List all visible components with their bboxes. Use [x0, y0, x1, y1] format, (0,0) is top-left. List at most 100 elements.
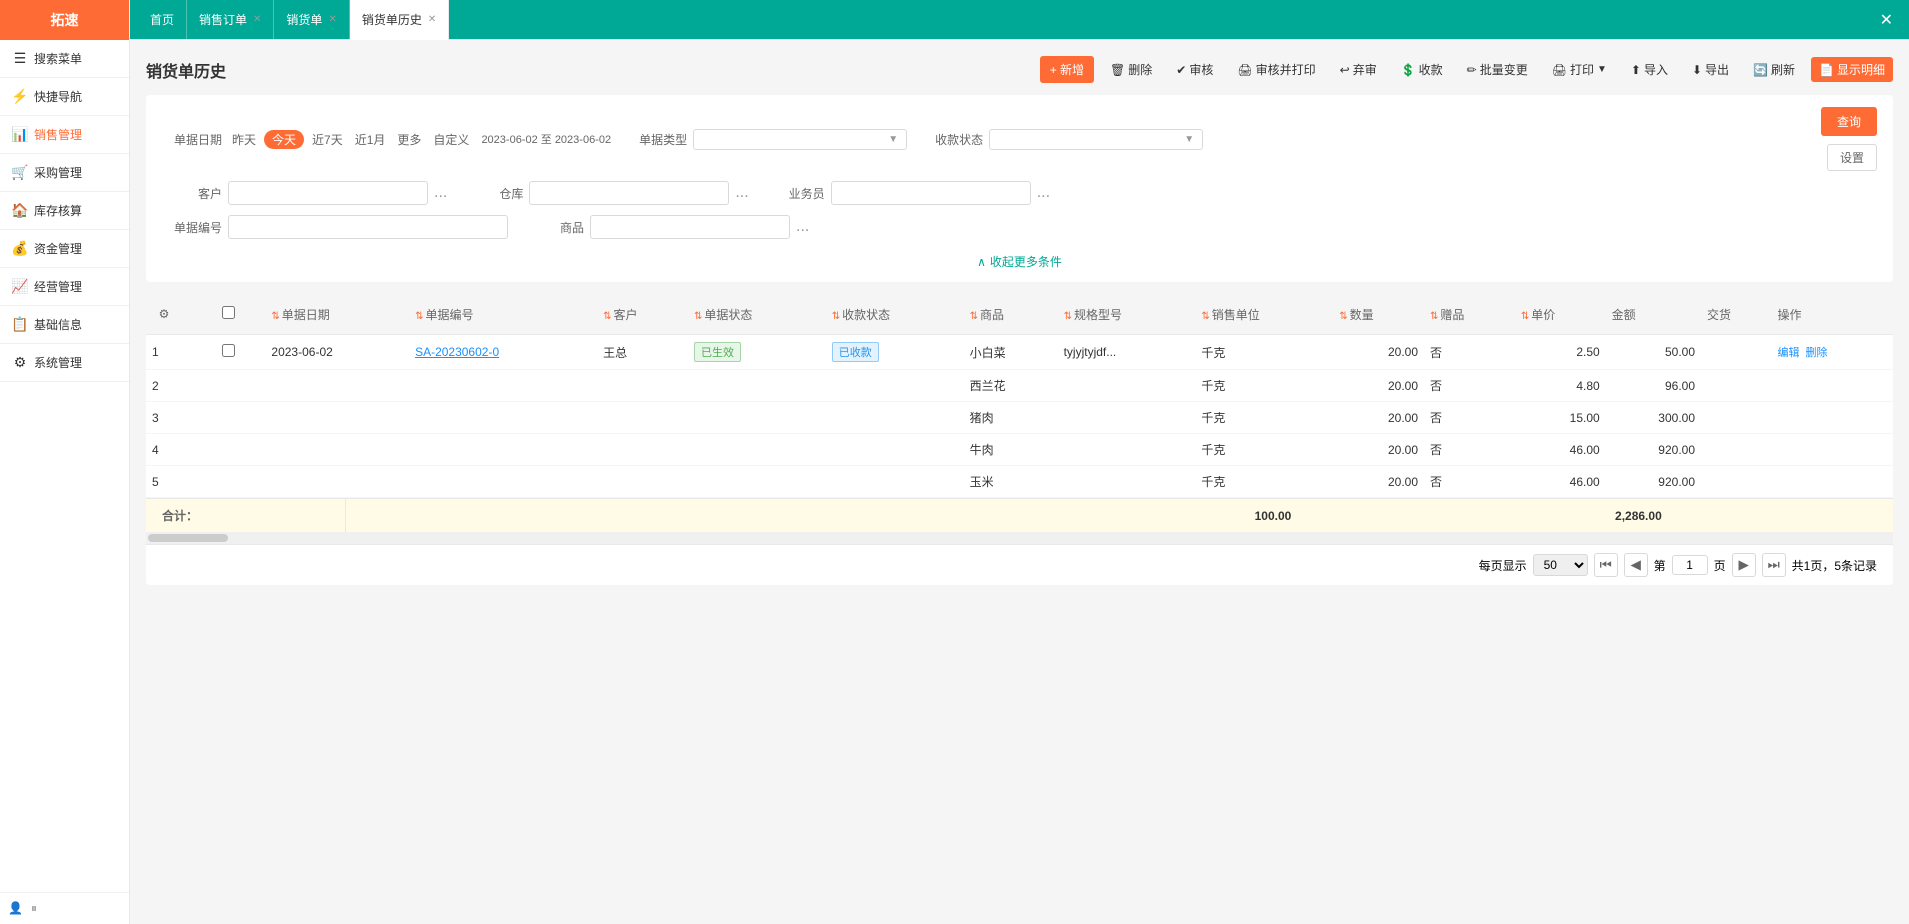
cell-checkbox	[216, 402, 265, 434]
cell-goods: 玉米	[964, 466, 1058, 498]
cell-spec	[1058, 370, 1196, 402]
col-unit-price[interactable]: ⇅单价	[1515, 294, 1606, 335]
setting-button[interactable]: 设置	[1827, 144, 1877, 171]
goods-label: 商品	[524, 219, 584, 236]
goods-input[interactable]	[590, 215, 790, 239]
row-checkbox[interactable]	[222, 344, 235, 357]
col-sales-unit[interactable]: ⇅销售单位	[1195, 294, 1333, 335]
select-all-checkbox[interactable]	[222, 306, 235, 319]
cell-customer: 王总	[597, 335, 688, 370]
col-spec[interactable]: ⇅规格型号	[1058, 294, 1196, 335]
sidebar-item-quick-nav[interactable]: ⚡ 快捷导航	[0, 78, 129, 116]
warehouse-input[interactable]	[529, 181, 729, 205]
abandon-button[interactable]: ↩ 弃审	[1332, 57, 1385, 82]
sort-icon: ⇅	[1339, 311, 1347, 322]
cell-actions	[1772, 370, 1894, 402]
per-page-select[interactable]: 50 100 200	[1533, 554, 1588, 576]
review-button[interactable]: ✔ 审核	[1168, 57, 1221, 82]
sidebar-item-label: 系统管理	[34, 354, 82, 371]
customer-input[interactable]	[228, 181, 428, 205]
first-page-btn[interactable]: ⏮	[1594, 553, 1618, 577]
collapse-button[interactable]: ∧ 收起更多条件	[977, 253, 1062, 270]
col-gift[interactable]: ⇅赠品	[1424, 294, 1515, 335]
filter-goods-item: 商品 ...	[524, 215, 809, 239]
page-number-input[interactable]	[1672, 555, 1708, 575]
sidebar-item-basic-info[interactable]: 📋 基础信息	[0, 306, 129, 344]
cell-doc-date	[265, 466, 409, 498]
query-button[interactable]: 查询	[1821, 107, 1877, 136]
goods-dots[interactable]: ...	[796, 218, 809, 236]
delete-action[interactable]: 删除	[1806, 344, 1828, 360]
date-shortcut-more[interactable]: 更多	[393, 130, 425, 149]
print-button[interactable]: 🖨 打印 ▼	[1544, 57, 1615, 82]
doc-no-link[interactable]: SA-20230602-0	[415, 345, 499, 359]
col-qty[interactable]: ⇅数量	[1333, 294, 1424, 335]
filter-staff-item: 业务员 ...	[765, 181, 1050, 205]
cell-amount: 50.00	[1606, 335, 1701, 370]
sidebar-item-sys-mgmt[interactable]: ⚙ 系统管理	[0, 344, 129, 382]
tab-close-sales-history[interactable]: ✕	[428, 14, 436, 25]
page-label-post: 页	[1714, 557, 1726, 574]
cell-spec	[1058, 434, 1196, 466]
next-page-btn[interactable]: ▶	[1732, 553, 1756, 577]
gear-settings-icon[interactable]: ⚙	[152, 302, 176, 326]
prev-page-btn[interactable]: ◀	[1624, 553, 1648, 577]
staff-dots[interactable]: ...	[1037, 184, 1050, 202]
customer-dots[interactable]: ...	[434, 184, 447, 202]
col-payment-status[interactable]: ⇅收款状态	[826, 294, 964, 335]
tab-home[interactable]: 首页	[138, 0, 187, 40]
review-print-button[interactable]: 🖨 审核并打印	[1229, 57, 1323, 82]
col-customer[interactable]: ⇅客户	[597, 294, 688, 335]
scrollbar-thumb[interactable]	[148, 534, 228, 542]
window-close-btn[interactable]: ✕	[1872, 10, 1901, 30]
date-shortcut-1month[interactable]: 近1月	[351, 130, 390, 149]
cell-payment-status	[826, 402, 964, 434]
tab-sales-order[interactable]: 销售订单 ✕	[187, 0, 274, 40]
col-doc-status[interactable]: ⇅单据状态	[688, 294, 826, 335]
import-button[interactable]: ⬆ 导入	[1623, 57, 1676, 82]
review-print-icon: 🖨	[1237, 63, 1252, 77]
sidebar-item-inventory[interactable]: 🏠 库存核算	[0, 192, 129, 230]
cell-payment-status	[826, 434, 964, 466]
batch-change-button[interactable]: ✏ 批量变更	[1459, 57, 1536, 82]
docno-input[interactable]	[228, 215, 508, 239]
sidebar-item-finance[interactable]: 💰 资金管理	[0, 230, 129, 268]
date-shortcut-today[interactable]: 今天	[264, 130, 304, 149]
col-doc-date[interactable]: ⇅单据日期	[265, 294, 409, 335]
date-shortcut-yesterday[interactable]: 昨天	[228, 130, 260, 149]
delete-icon: 🗑	[1110, 63, 1125, 77]
cell-trade	[1701, 466, 1772, 498]
tab-sales-delivery[interactable]: 销货单 ✕	[274, 0, 349, 40]
collect-button[interactable]: 💲 收款	[1393, 57, 1451, 82]
doc-status-badge: 已生效	[694, 342, 741, 362]
col-doc-no[interactable]: ⇅单据编号	[409, 294, 597, 335]
tab-close-sales-delivery[interactable]: ✕	[328, 14, 336, 25]
sidebar-collapse-icon[interactable]: ⏸	[31, 901, 37, 916]
staff-input[interactable]	[831, 181, 1031, 205]
date-shortcut-7days[interactable]: 近7天	[308, 130, 347, 149]
col-goods[interactable]: ⇅商品	[964, 294, 1058, 335]
sidebar-item-sales-mgmt[interactable]: 📊 销售管理	[0, 116, 129, 154]
cell-actions	[1772, 434, 1894, 466]
horizontal-scrollbar[interactable]	[146, 532, 1893, 544]
last-page-btn[interactable]: ⏭	[1762, 553, 1786, 577]
edit-action[interactable]: 编辑	[1778, 344, 1800, 360]
sidebar-user-icon[interactable]: 👤	[8, 901, 23, 916]
date-shortcut-custom[interactable]: 自定义	[429, 130, 473, 149]
sidebar-item-purchase-mgmt[interactable]: 🛒 采购管理	[0, 154, 129, 192]
payment-status-select[interactable]: ▼	[989, 129, 1203, 150]
sidebar-item-operations[interactable]: 📈 经营管理	[0, 268, 129, 306]
refresh-button[interactable]: 🔄 刷新	[1745, 57, 1803, 82]
tab-close-sales-order[interactable]: ✕	[253, 14, 261, 25]
doc-type-select[interactable]: ▼	[693, 129, 907, 150]
show-detail-button[interactable]: 📄 显示明细	[1811, 57, 1893, 82]
new-button[interactable]: + 新增	[1040, 56, 1094, 83]
warehouse-dots[interactable]: ...	[735, 184, 748, 202]
show-detail-icon: 📄	[1819, 63, 1834, 77]
row-actions: 编辑 删除	[1778, 344, 1888, 360]
sidebar-item-search-menu[interactable]: ☰ 搜索菜单	[0, 40, 129, 78]
tab-sales-history[interactable]: 销货单历史 ✕	[350, 0, 449, 40]
payment-status-label: 收款状态	[923, 131, 983, 148]
export-button[interactable]: ⬇ 导出	[1684, 57, 1737, 82]
delete-button[interactable]: 🗑 删除	[1102, 57, 1160, 82]
